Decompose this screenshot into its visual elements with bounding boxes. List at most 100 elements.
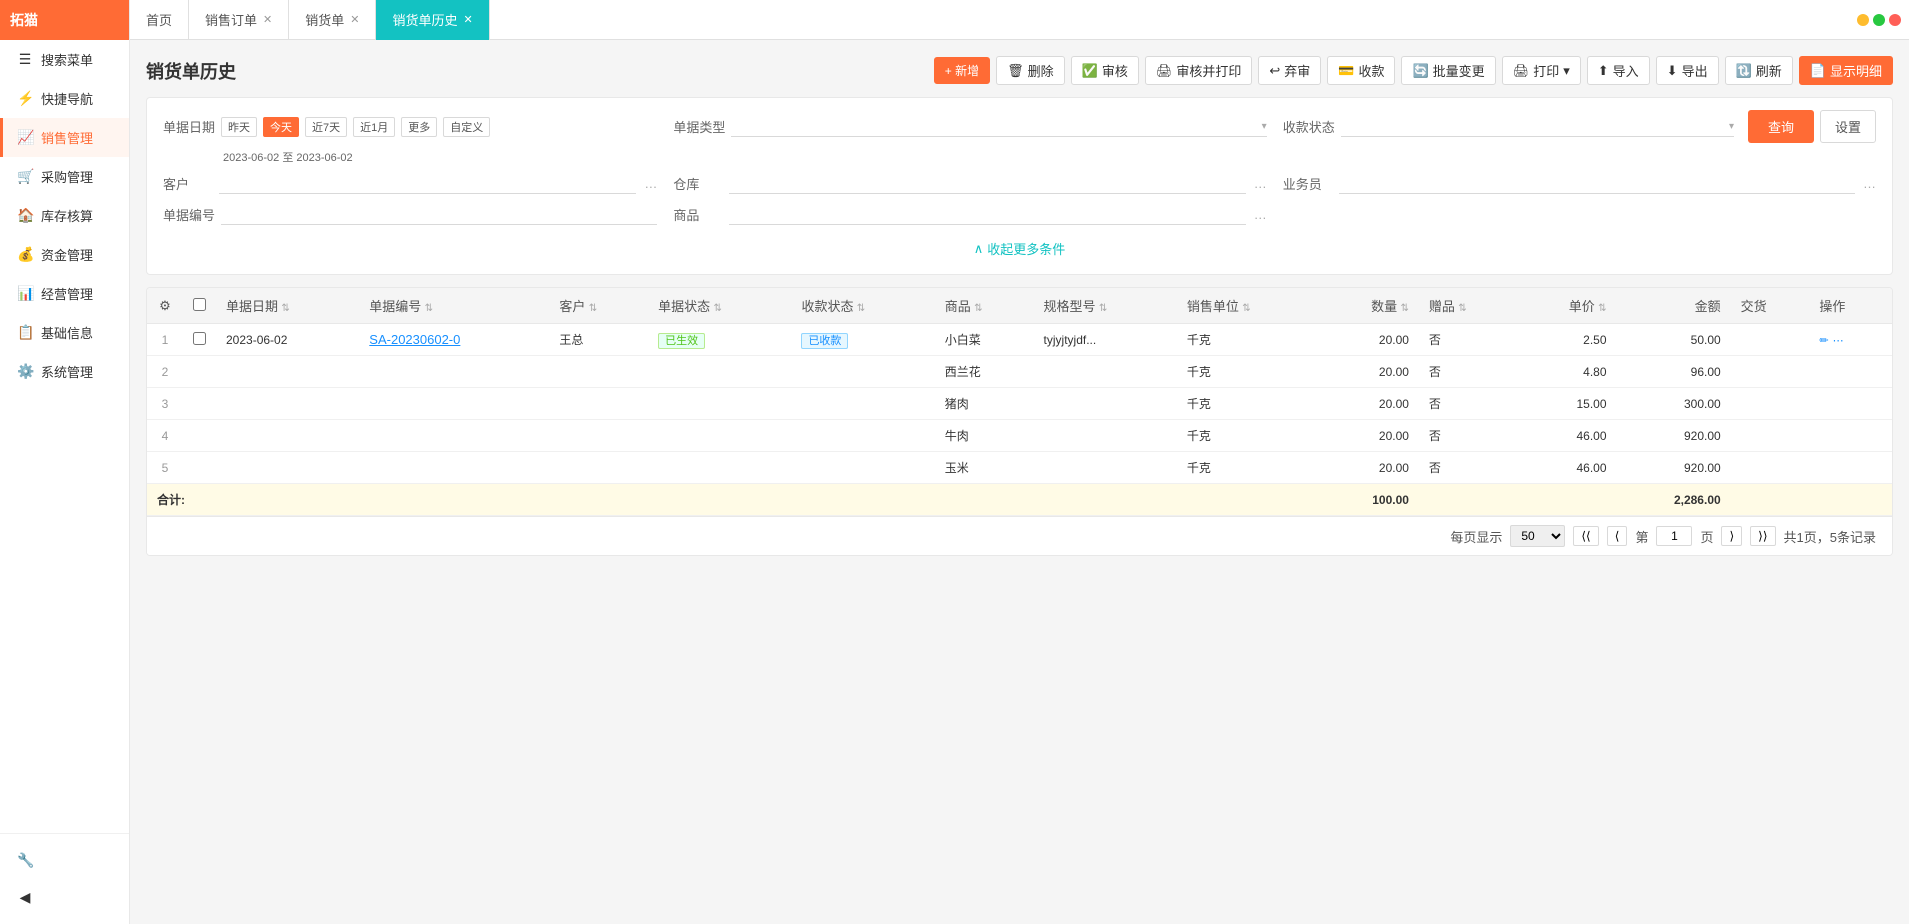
- print-button[interactable]: 🖨 打印 ▾: [1502, 56, 1581, 85]
- tab-sales-goods-close[interactable]: ✕: [350, 13, 359, 26]
- collect-button[interactable]: 💳 收款: [1327, 56, 1395, 85]
- sidebar-item-purchase-mgmt[interactable]: 🛒 采购管理: [0, 157, 129, 196]
- new-button[interactable]: + 新增: [934, 57, 990, 84]
- page-label-post: 页: [1700, 527, 1713, 546]
- import-button[interactable]: ⬆ 导入: [1587, 56, 1650, 85]
- maximize-button[interactable]: [1873, 14, 1885, 26]
- col-doc-status[interactable]: 单据状态 ⇅: [648, 288, 791, 324]
- row-doc-num: [359, 356, 549, 388]
- sidebar-item-finance[interactable]: 💰 资金管理: [0, 235, 129, 274]
- date-btn-7days[interactable]: 近7天: [305, 117, 347, 137]
- date-btn-more[interactable]: 更多: [401, 117, 437, 137]
- edit-action[interactable]: ✏: [1819, 335, 1828, 347]
- goods-input[interactable]: [729, 204, 1245, 225]
- customer-dots[interactable]: …: [644, 176, 657, 191]
- refresh-button[interactable]: 🔃 刷新: [1725, 56, 1793, 85]
- next-page-button[interactable]: ⟩: [1721, 526, 1742, 546]
- print-dropdown-icon: ▾: [1563, 63, 1570, 79]
- batch-change-button[interactable]: 🔄 批量变更: [1401, 56, 1495, 85]
- row-doc-date: [216, 452, 359, 484]
- export-button[interactable]: ⬇ 导出: [1656, 56, 1719, 85]
- review-button[interactable]: ✅ 审核: [1071, 56, 1139, 85]
- salesperson-dots[interactable]: …: [1863, 176, 1876, 191]
- search-button[interactable]: 查询: [1748, 110, 1814, 143]
- col-spec[interactable]: 规格型号 ⇅: [1034, 288, 1177, 324]
- filter-pay-status: 收款状态 ▾ 查询 设置: [1283, 110, 1876, 143]
- inventory-icon: 🏠: [17, 207, 33, 224]
- sidebar-item-system-mgmt[interactable]: ⚙️ 系统管理: [0, 352, 129, 391]
- warehouse-dots[interactable]: …: [1254, 176, 1267, 191]
- col-doc-num[interactable]: 单据编号 ⇅: [359, 288, 549, 324]
- page-size-select[interactable]: 50 100 200: [1510, 525, 1565, 547]
- col-qty[interactable]: 数量 ⇅: [1320, 288, 1419, 324]
- goods-dots[interactable]: …: [1254, 207, 1267, 222]
- setting-button[interactable]: 设置: [1820, 110, 1876, 143]
- more-action[interactable]: ⋯: [1833, 335, 1844, 347]
- col-unit[interactable]: 销售单位 ⇅: [1177, 288, 1320, 324]
- total-empty-5: [791, 484, 934, 516]
- col-price[interactable]: 单价 ⇅: [1518, 288, 1617, 324]
- sidebar-item-search-menu[interactable]: ☰ 搜索菜单: [0, 40, 129, 79]
- review-print-button[interactable]: 🖨 审核并打印: [1145, 56, 1253, 85]
- prev-page-button[interactable]: ⟨: [1607, 526, 1628, 546]
- tab-sales-goods[interactable]: 销货单 ✕: [289, 0, 376, 40]
- date-btn-custom[interactable]: 自定义: [443, 117, 490, 137]
- system-icon: ⚙️: [17, 363, 33, 380]
- sidebar-item-collapse[interactable]: ◀: [0, 879, 129, 916]
- salesperson-input[interactable]: [1339, 173, 1855, 194]
- row-checkbox[interactable]: [183, 452, 216, 484]
- col-pay-status[interactable]: 收款状态 ⇅: [791, 288, 934, 324]
- tab-sales-order[interactable]: 销售订单 ✕: [189, 0, 289, 40]
- doc-num-input[interactable]: [221, 204, 657, 225]
- date-btn-yesterday[interactable]: 昨天: [221, 117, 257, 137]
- sidebar-item-basic-info[interactable]: 📋 基础信息: [0, 313, 129, 352]
- pay-status-input[interactable]: [1341, 116, 1725, 136]
- tab-sales-history-close[interactable]: ✕: [464, 13, 473, 26]
- col-doc-date[interactable]: 单据日期 ⇅: [216, 288, 359, 324]
- first-page-button[interactable]: ⟨⟨: [1573, 526, 1598, 546]
- row-customer: [549, 388, 648, 420]
- date-btn-1month[interactable]: 近1月: [353, 117, 395, 137]
- col-goods[interactable]: 商品 ⇅: [935, 288, 1034, 324]
- row-seq: 4: [147, 420, 183, 452]
- filter-doc-type: 单据类型 ▾: [673, 116, 1266, 137]
- col-settings[interactable]: ⚙: [147, 288, 183, 324]
- col-checkbox[interactable]: [183, 288, 216, 324]
- tab-home[interactable]: 首页: [130, 0, 189, 40]
- filter-row-1: 单据日期 昨天 今天 近7天 近1月 更多 自定义 单据类型 ▾: [163, 110, 1876, 143]
- sidebar-item-inventory[interactable]: 🏠 库存核算: [0, 196, 129, 235]
- row-checkbox[interactable]: [183, 324, 216, 356]
- customer-input[interactable]: [219, 173, 636, 194]
- tab-sales-order-close[interactable]: ✕: [263, 13, 272, 26]
- settings-col-icon: ⚙: [159, 298, 171, 313]
- sidebar-item-label: 经营管理: [41, 284, 93, 303]
- row-doc-num[interactable]: SA-20230602-0: [359, 324, 549, 356]
- sidebar-item-operations[interactable]: 📊 经营管理: [0, 274, 129, 313]
- date-btn-today[interactable]: 今天: [263, 117, 299, 137]
- select-all-checkbox[interactable]: [193, 298, 206, 311]
- row-checkbox[interactable]: [183, 420, 216, 452]
- pagination-bar: 每页显示 50 100 200 ⟨⟨ ⟨ 第 页 ⟩ ⟩⟩ 共1页，5条记录: [147, 516, 1892, 555]
- last-page-button[interactable]: ⟩⟩: [1750, 526, 1775, 546]
- delete-button[interactable]: 🗑 删除: [996, 56, 1065, 85]
- show-detail-button[interactable]: 📄 显示明细: [1799, 56, 1893, 85]
- row-goods: 小白菜: [935, 324, 1034, 356]
- row-checkbox[interactable]: [183, 356, 216, 388]
- col-gift[interactable]: 赠品 ⇅: [1419, 288, 1518, 324]
- sidebar-item-sales-mgmt[interactable]: 📈 销售管理: [0, 118, 129, 157]
- row-spec: [1034, 420, 1177, 452]
- col-customer[interactable]: 客户 ⇅: [549, 288, 648, 324]
- sidebar-item-settings-bottom[interactable]: 🔧: [0, 842, 129, 879]
- row-checkbox[interactable]: [183, 388, 216, 420]
- row-unit: 千克: [1177, 324, 1320, 356]
- page-number-input[interactable]: [1656, 526, 1692, 546]
- collapse-button[interactable]: ∧ 收起更多条件: [163, 235, 1876, 262]
- warehouse-input[interactable]: [729, 173, 1245, 194]
- minimize-button[interactable]: [1857, 14, 1869, 26]
- close-button[interactable]: [1889, 14, 1901, 26]
- discard-button[interactable]: ↩ 弃审: [1258, 56, 1321, 85]
- tab-sales-history[interactable]: 销货单历史 ✕: [376, 0, 489, 40]
- export-icon: ⬇: [1667, 63, 1678, 79]
- sidebar-item-quick-nav[interactable]: ⚡ 快捷导航: [0, 79, 129, 118]
- doc-type-input[interactable]: [731, 116, 1257, 136]
